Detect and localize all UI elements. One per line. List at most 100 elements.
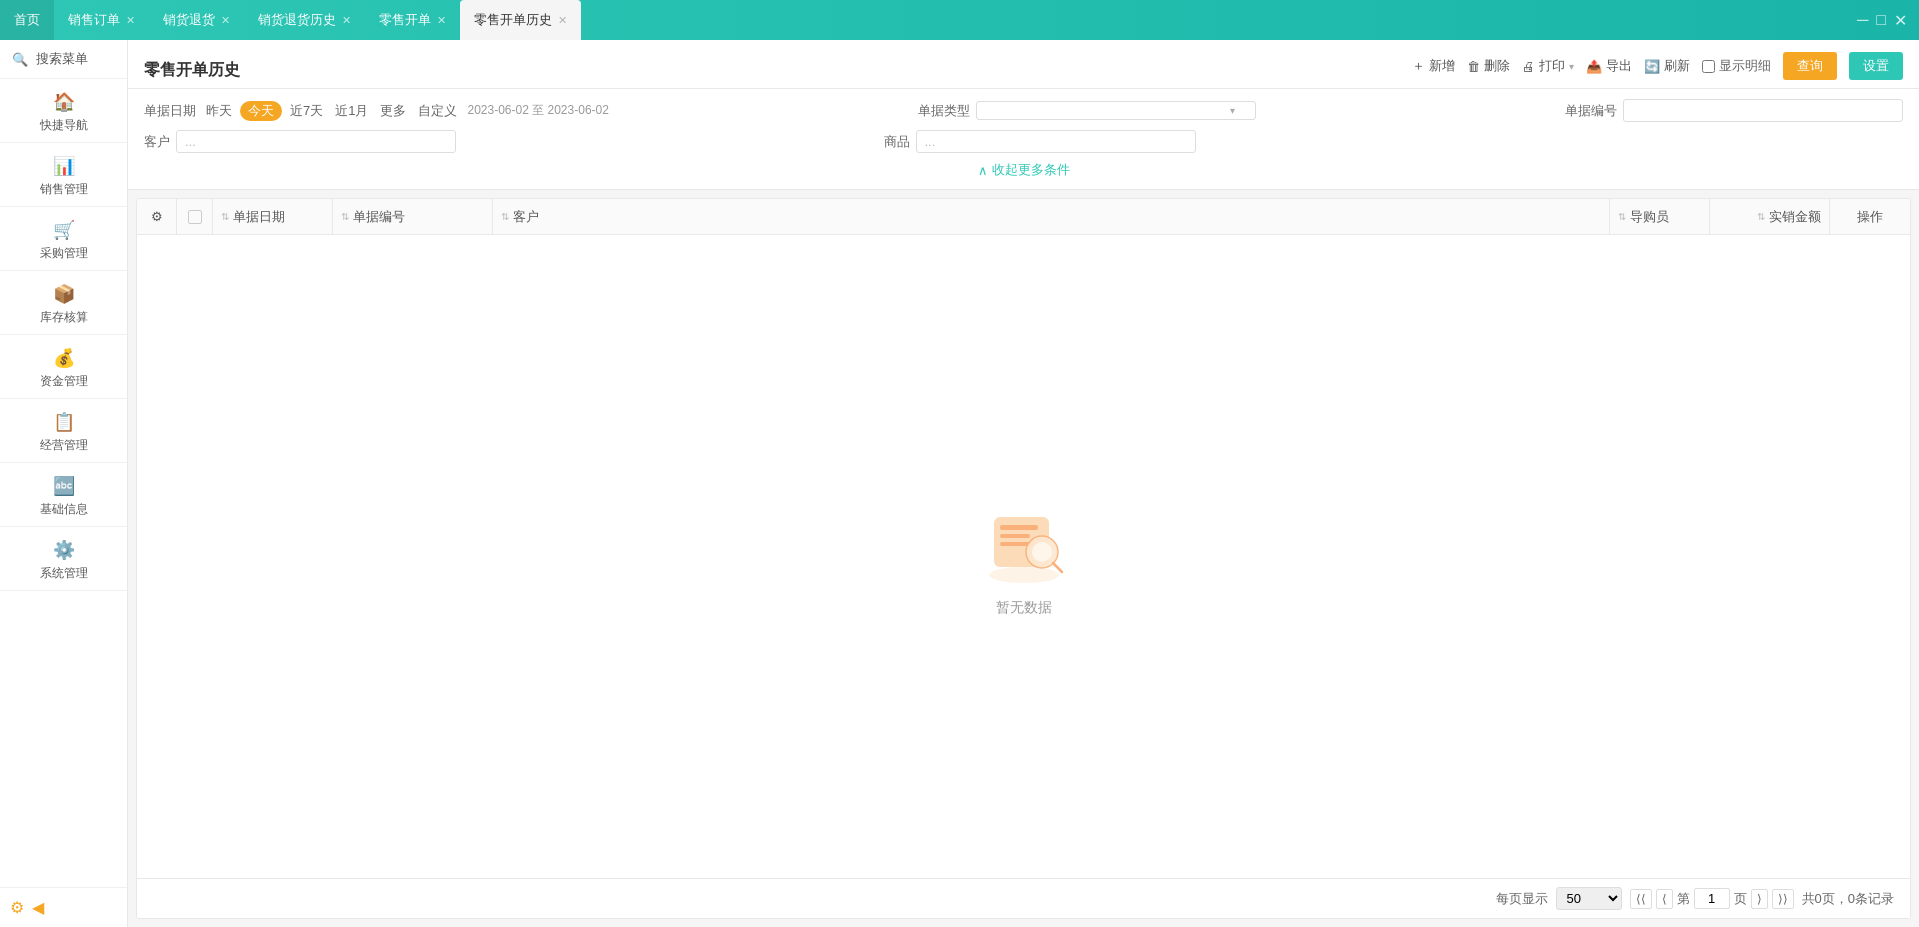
sidebar-item-inventory-label: 库存核算 (40, 309, 88, 326)
sidebar-search[interactable]: 🔍 搜索菜单 (0, 40, 127, 79)
date-option-yesterday[interactable]: 昨天 (202, 101, 236, 121)
tab-home[interactable]: 首页 (0, 0, 54, 40)
tab-sales-return-history[interactable]: 销货退货历史 ✕ (244, 0, 365, 40)
filter-row-1: 单据日期 昨天 今天 近7天 近1月 更多 自定义 2023-06-02 至 2… (144, 99, 1903, 122)
th-date-label: 单据日期 (233, 208, 285, 226)
th-action-label: 操作 (1857, 208, 1883, 226)
sidebar-gear-icon[interactable]: ⚙ (10, 898, 24, 917)
th-amount-label: 实销金额 (1769, 208, 1821, 226)
th-date[interactable]: ⇅ 单据日期 (213, 199, 333, 234)
next-page-button[interactable]: ⟩ (1751, 889, 1768, 909)
date-option-today[interactable]: 今天 (240, 101, 282, 121)
print-icon: 🖨 (1522, 59, 1535, 74)
product-input[interactable]: ... (916, 130, 1196, 153)
th-action: 操作 (1830, 199, 1910, 234)
filter-date: 单据日期 昨天 今天 近7天 近1月 更多 自定义 2023-06-02 至 2… (144, 101, 609, 121)
page-unit: 页 (1734, 890, 1747, 908)
filter-date-label: 单据日期 (144, 102, 196, 120)
page-header: 零售开单历史 ＋ 新增 🗑 删除 🖨 打印 ▾ 📤 导出 (128, 40, 1919, 89)
prev-page-button[interactable]: ⟨ (1656, 889, 1673, 909)
export-button[interactable]: 📤 导出 (1586, 57, 1632, 75)
svg-rect-2 (1000, 525, 1038, 530)
sidebar-item-finance[interactable]: 💰 资金管理 (0, 335, 127, 399)
sidebar-item-quick-nav[interactable]: 🏠 快捷导航 (0, 79, 127, 143)
date-option-last1month[interactable]: 近1月 (331, 101, 372, 121)
header-checkbox[interactable] (188, 210, 202, 224)
tab-retail-open-close[interactable]: ✕ (437, 14, 446, 27)
toolbar: ＋ 新增 🗑 删除 🖨 打印 ▾ 📤 导出 🔄 (1412, 52, 1903, 88)
filter-row-2: 客户 ... 商品 ... (144, 130, 1903, 153)
bill-no-input[interactable] (1623, 99, 1903, 122)
refresh-label: 刷新 (1664, 57, 1690, 75)
refresh-icon: 🔄 (1644, 59, 1660, 74)
tab-sales-order-close[interactable]: ✕ (126, 14, 135, 27)
th-guide[interactable]: ⇅ 导购员 (1610, 199, 1710, 234)
per-page-label: 每页显示 (1496, 890, 1548, 908)
first-page-button[interactable]: ⟨⟨ (1630, 889, 1652, 909)
print-button[interactable]: 🖨 打印 ▾ (1522, 57, 1574, 75)
date-option-more[interactable]: 更多 (376, 101, 410, 121)
maximize-icon[interactable]: □ (1876, 11, 1886, 29)
sidebar-item-sys-mgmt-label: 系统管理 (40, 565, 88, 582)
tab-sales-order-label: 销售订单 (68, 11, 120, 29)
sidebar-item-operations-label: 经营管理 (40, 437, 88, 454)
sidebar-collapse-icon[interactable]: ◀ (32, 898, 44, 917)
add-button[interactable]: ＋ 新增 (1412, 57, 1455, 75)
empty-state: 暂无数据 (137, 235, 1910, 878)
window-close-icon[interactable]: ✕ (1894, 11, 1907, 30)
top-nav: 首页 销售订单 ✕ 销货退货 ✕ 销货退货历史 ✕ 零售开单 ✕ 零售开单历史 … (0, 0, 1919, 40)
purchase-icon: 🛒 (53, 219, 75, 241)
sort-guide-icon: ⇅ (1618, 211, 1626, 222)
sort-customer-icon: ⇅ (501, 211, 509, 222)
query-button[interactable]: 查询 (1783, 52, 1837, 80)
th-bill-no[interactable]: ⇅ 单据编号 (333, 199, 493, 234)
settings-button[interactable]: 设置 (1849, 52, 1903, 80)
print-arrow-icon: ▾ (1569, 61, 1574, 72)
date-option-last7[interactable]: 近7天 (286, 101, 327, 121)
sort-date-icon: ⇅ (221, 211, 229, 222)
th-settings[interactable]: ⚙ (137, 199, 177, 234)
inventory-icon: 📦 (53, 283, 75, 305)
tab-sales-return-close[interactable]: ✕ (221, 14, 230, 27)
date-options: 昨天 今天 近7天 近1月 更多 自定义 (202, 101, 461, 121)
tab-sales-return-history-close[interactable]: ✕ (342, 14, 351, 27)
tab-retail-open[interactable]: 零售开单 ✕ (365, 0, 460, 40)
page-total: 共0页，0条记录 (1802, 890, 1894, 908)
tab-sales-order[interactable]: 销售订单 ✕ (54, 0, 149, 40)
sidebar-item-inventory[interactable]: 📦 库存核算 (0, 271, 127, 335)
last-page-button[interactable]: ⟩⟩ (1772, 889, 1794, 909)
th-bill-no-label: 单据编号 (353, 208, 405, 226)
per-page-select[interactable]: 50 20 100 (1556, 887, 1622, 910)
delete-button[interactable]: 🗑 删除 (1467, 57, 1510, 75)
th-checkbox[interactable] (177, 199, 213, 234)
sidebar-item-operations[interactable]: 📋 经营管理 (0, 399, 127, 463)
tab-retail-open-label: 零售开单 (379, 11, 431, 29)
page-title: 零售开单历史 (144, 60, 240, 81)
sidebar-item-sales-mgmt-label: 销售管理 (40, 181, 88, 198)
tab-retail-open-history[interactable]: 零售开单历史 ✕ (460, 0, 581, 40)
display-toggle[interactable]: 显示明细 (1702, 57, 1771, 75)
sidebar-item-purchase-mgmt[interactable]: 🛒 采购管理 (0, 207, 127, 271)
display-toggle-checkbox[interactable] (1702, 60, 1715, 73)
date-option-custom[interactable]: 自定义 (414, 101, 461, 121)
page-num-input[interactable] (1694, 888, 1730, 909)
collapse-filter-button[interactable]: ∧ 收起更多条件 (978, 161, 1070, 179)
th-amount[interactable]: ⇅ 实销金额 (1710, 199, 1830, 234)
filter-product-label: 商品 (884, 133, 910, 151)
minimize-icon[interactable]: ─ (1857, 11, 1868, 29)
sidebar-item-basic-info-label: 基础信息 (40, 501, 88, 518)
search-icon: 🔍 (12, 52, 28, 67)
sidebar-item-sys-mgmt[interactable]: ⚙️ 系统管理 (0, 527, 127, 591)
svg-line-7 (1053, 563, 1062, 572)
svg-point-0 (989, 567, 1059, 583)
sidebar: 🔍 搜索菜单 🏠 快捷导航 📊 销售管理 🛒 采购管理 📦 库存核算 💰 资金管… (0, 40, 128, 927)
tab-retail-open-history-close[interactable]: ✕ (558, 14, 567, 27)
sidebar-item-sales-mgmt[interactable]: 📊 销售管理 (0, 143, 127, 207)
sidebar-item-basic-info[interactable]: 🔤 基础信息 (0, 463, 127, 527)
customer-input[interactable]: ... (176, 130, 456, 153)
refresh-button[interactable]: 🔄 刷新 (1644, 57, 1690, 75)
bill-type-select[interactable]: ▾ (976, 101, 1256, 120)
th-customer[interactable]: ⇅ 客户 (493, 199, 1610, 234)
tab-sales-return[interactable]: 销货退货 ✕ (149, 0, 244, 40)
tab-sales-return-label: 销货退货 (163, 11, 215, 29)
